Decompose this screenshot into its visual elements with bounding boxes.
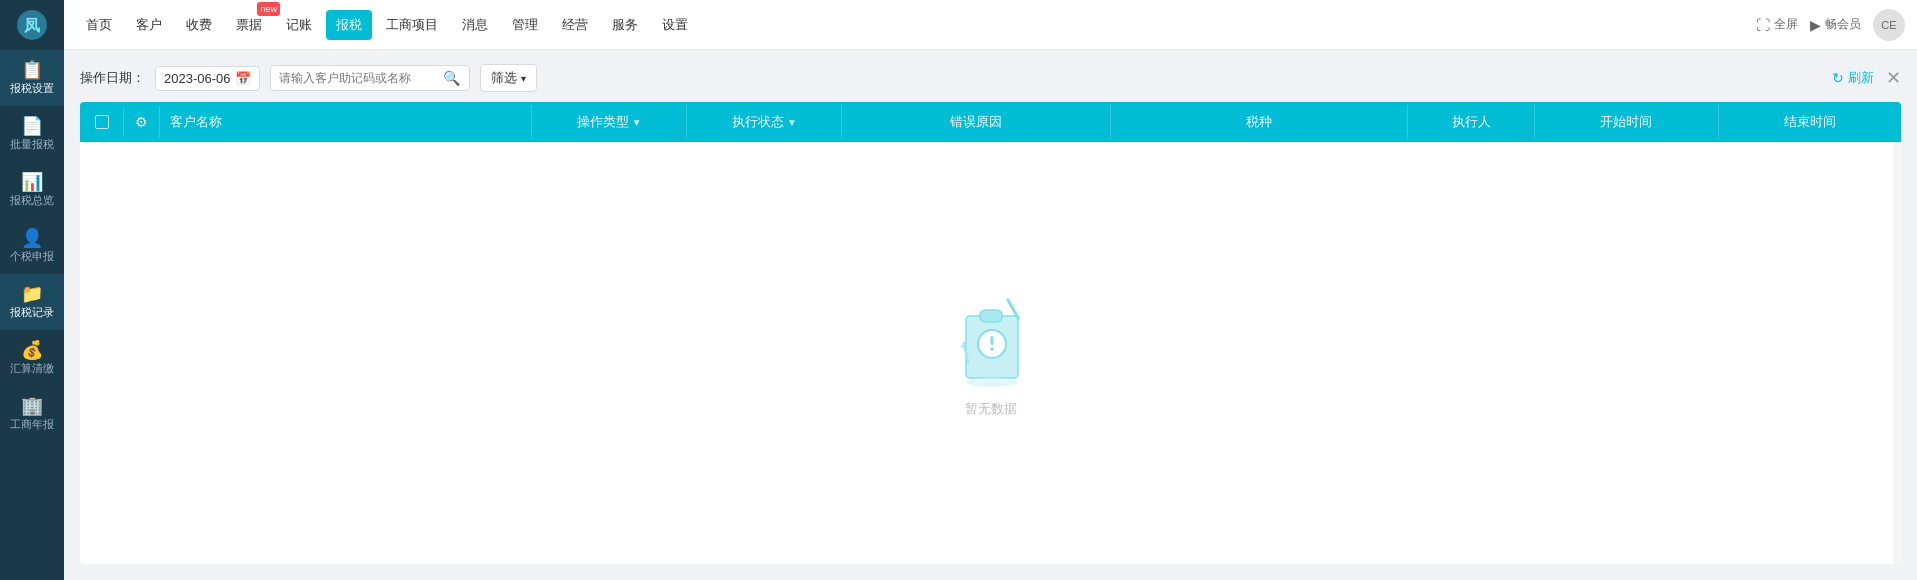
- sidebar-item-zonglan[interactable]: 📊 报税总览: [0, 162, 64, 218]
- sidebar-item-baoshuishezhi[interactable]: 📋 报税设置: [0, 50, 64, 106]
- close-button[interactable]: ✕: [1886, 69, 1901, 87]
- th-starttime-label: 开始时间: [1600, 113, 1652, 131]
- nav-piaoJu-label: 票据: [236, 17, 262, 32]
- th-tax-type: 税种: [1111, 105, 1408, 139]
- th-customer-label: 客户名称: [170, 113, 222, 131]
- th-status-label: 执行状态: [732, 113, 784, 131]
- scrollbar-hint[interactable]: [1893, 142, 1901, 564]
- table-header: ⚙ 客户名称 操作类型 ▼ 执行状态 ▼ 错误原因 税种: [80, 102, 1901, 142]
- toolbar-right: ↻ 刷新 ✕: [1832, 69, 1901, 87]
- th-endtime-label: 结束时间: [1784, 113, 1836, 131]
- optype-sort-icon: ▼: [632, 117, 642, 128]
- empty-illustration: [946, 288, 1036, 388]
- table-wrap: ⚙ 客户名称 操作类型 ▼ 执行状态 ▼ 错误原因 税种: [80, 102, 1901, 564]
- refresh-button[interactable]: ↻ 刷新: [1832, 69, 1874, 87]
- th-optype-label: 操作类型: [577, 113, 629, 131]
- app-logo[interactable]: 凤: [0, 0, 64, 50]
- nav-xiaoXi[interactable]: 消息: [452, 10, 498, 40]
- nav-gongShang[interactable]: 工商项目: [376, 10, 448, 40]
- th-taxtype-label: 税种: [1246, 113, 1272, 131]
- toolbar: 操作日期： 2023-06-06 📅 🔍 筛选 ▾ ↻ 刷新 ✕: [64, 50, 1917, 102]
- zonglan-icon: 📊: [21, 173, 43, 191]
- calendar-icon: 📅: [235, 71, 251, 86]
- th-error-reason: 错误原因: [842, 105, 1111, 139]
- svg-point-11: [966, 377, 1018, 387]
- search-input[interactable]: [279, 71, 439, 85]
- nav-customer[interactable]: 客户: [126, 10, 172, 40]
- sidebar-item-gongshang-label: 工商年报: [10, 418, 54, 431]
- geshui-icon: 👤: [21, 229, 43, 247]
- nav-home[interactable]: 首页: [76, 10, 122, 40]
- filter-button[interactable]: 筛选 ▾: [480, 64, 537, 92]
- fullscreen-icon: ⛶: [1756, 17, 1770, 33]
- topnav: 首页 客户 收费 票据 new 记账 报税 工商项目 消息 管理 经营 服务 设…: [64, 0, 1917, 50]
- th-op-type[interactable]: 操作类型 ▼: [532, 105, 687, 139]
- refresh-icon: ↻: [1832, 70, 1844, 86]
- header-checkbox[interactable]: [95, 115, 109, 129]
- th-start-time: 开始时间: [1535, 105, 1719, 139]
- th-end-time: 结束时间: [1719, 105, 1902, 139]
- sidebar-item-zonglan-label: 报税总览: [10, 194, 54, 207]
- sidebar: 凤 📋 报税设置 📄 批量报税 📊 报税总览 👤 个税申报 📁 报税记录 💰 汇…: [0, 0, 64, 580]
- sidebar-item-geshui-label: 个税申报: [10, 250, 54, 263]
- sidebar-item-huisuan[interactable]: 💰 汇算清缴: [0, 330, 64, 386]
- member-label: 畅会员: [1825, 16, 1861, 33]
- th-executor: 执行人: [1408, 105, 1535, 139]
- gongshang-icon: 🏢: [21, 397, 43, 415]
- main-content: 首页 客户 收费 票据 new 记账 报税 工商项目 消息 管理 经营 服务 设…: [64, 0, 1917, 580]
- page-area: 操作日期： 2023-06-06 📅 🔍 筛选 ▾ ↻ 刷新 ✕: [64, 50, 1917, 580]
- nav-sheZhi[interactable]: 设置: [652, 10, 698, 40]
- fullscreen-btn[interactable]: ⛶ 全屏: [1756, 16, 1798, 33]
- svg-point-8: [990, 347, 994, 351]
- th-executor-label: 执行人: [1452, 113, 1491, 131]
- th-exec-status[interactable]: 执行状态 ▼: [687, 105, 842, 139]
- sidebar-item-gongshang[interactable]: 🏢 工商年报: [0, 386, 64, 442]
- nav-baoShui[interactable]: 报税: [326, 10, 372, 40]
- date-label: 操作日期：: [80, 69, 145, 87]
- svg-rect-7: [990, 336, 993, 345]
- date-value: 2023-06-06: [164, 71, 231, 86]
- sidebar-item-baoshuishezhi-label: 报税设置: [10, 82, 54, 95]
- empty-state: 暂无数据: [946, 288, 1036, 418]
- svg-rect-5: [980, 310, 1002, 322]
- avatar-initials: CE: [1881, 19, 1896, 31]
- sidebar-item-jilu[interactable]: 📁 报税记录: [0, 274, 64, 330]
- th-checkbox[interactable]: [80, 107, 124, 137]
- settings-icon: ⚙: [135, 114, 148, 130]
- new-badge: new: [257, 2, 280, 17]
- sidebar-item-geshui[interactable]: 👤 个税申报: [0, 218, 64, 274]
- huisuan-icon: 💰: [21, 341, 43, 359]
- member-btn[interactable]: ▶ 畅会员: [1810, 16, 1861, 33]
- nav-fuWu[interactable]: 服务: [602, 10, 648, 40]
- svg-text:凤: 凤: [23, 17, 40, 34]
- search-wrap: 🔍: [270, 65, 470, 91]
- filter-chevron-icon: ▾: [521, 73, 526, 84]
- nav-right-area: ⛶ 全屏 ▶ 畅会员 CE: [1756, 9, 1905, 41]
- user-avatar[interactable]: CE: [1873, 9, 1905, 41]
- nav-guanLi[interactable]: 管理: [502, 10, 548, 40]
- sidebar-item-jilu-label: 报税记录: [10, 306, 54, 319]
- date-input[interactable]: 2023-06-06 📅: [155, 66, 260, 91]
- piliang-icon: 📄: [21, 117, 43, 135]
- sidebar-item-piliang[interactable]: 📄 批量报税: [0, 106, 64, 162]
- nav-shouFei[interactable]: 收费: [176, 10, 222, 40]
- filter-label: 筛选: [491, 69, 517, 87]
- th-errorreason-label: 错误原因: [950, 113, 1002, 131]
- th-settings[interactable]: ⚙: [124, 106, 160, 138]
- fullscreen-label: 全屏: [1774, 16, 1798, 33]
- refresh-label: 刷新: [1848, 69, 1874, 87]
- nav-jingYing[interactable]: 经营: [552, 10, 598, 40]
- nav-jiZhang[interactable]: 记账: [276, 10, 322, 40]
- th-customer-name: 客户名称: [160, 105, 532, 139]
- sidebar-item-huisuan-label: 汇算清缴: [10, 362, 54, 375]
- member-icon: ▶: [1810, 17, 1821, 33]
- search-icon[interactable]: 🔍: [443, 70, 460, 86]
- sidebar-item-piliang-label: 批量报税: [10, 138, 54, 151]
- table-body: 暂无数据: [80, 142, 1901, 564]
- baoshuishezhi-icon: 📋: [21, 61, 43, 79]
- empty-text: 暂无数据: [965, 400, 1017, 418]
- jilu-icon: 📁: [21, 285, 43, 303]
- status-sort-icon: ▼: [787, 117, 797, 128]
- nav-piaoJu[interactable]: 票据 new: [226, 10, 272, 40]
